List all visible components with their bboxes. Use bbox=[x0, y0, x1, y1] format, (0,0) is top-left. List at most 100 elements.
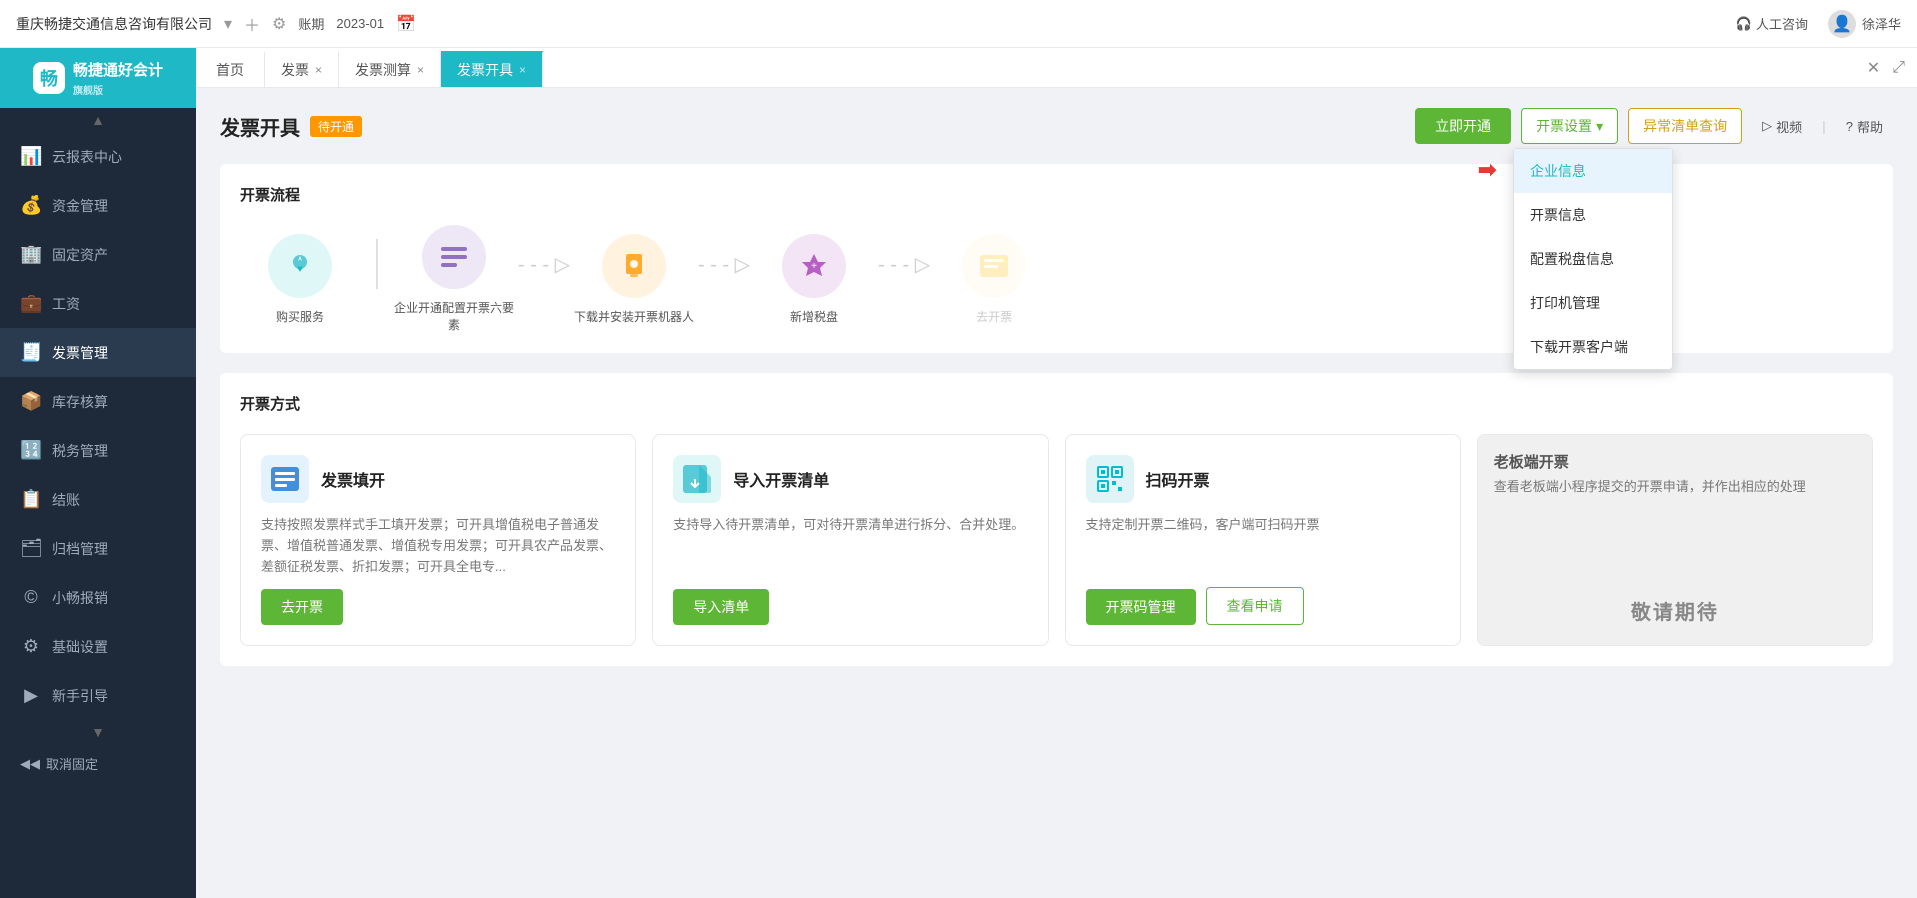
dropdown-item-peizhi[interactable]: 配置税盘信息 bbox=[1514, 237, 1672, 281]
cancel-fixed-label: 取消固定 bbox=[46, 754, 98, 773]
flow-step-goumai: ♥ 购买服务 bbox=[240, 234, 360, 325]
sidebar-item-label: 资金管理 bbox=[52, 196, 108, 216]
tab-fapiaocesuan-close[interactable]: × bbox=[417, 63, 424, 77]
kucun-icon: 📦 bbox=[20, 391, 42, 412]
sidebar-scroll-down[interactable]: ▼ bbox=[0, 720, 196, 744]
consult-label: 人工咨询 bbox=[1756, 14, 1808, 33]
fapiao-icon: 🧾 bbox=[20, 342, 42, 363]
help-button[interactable]: ? 帮助 bbox=[1836, 110, 1893, 143]
method-card-tiankong: 发票填开 支持按照发票样式手工填开发票；可开具增值税电子普通发票、增值税普通发票… bbox=[240, 434, 636, 646]
help-label: 帮助 bbox=[1857, 117, 1883, 136]
goumai-icon: ♥ bbox=[268, 234, 332, 298]
flow-step-peizhi: 企业开通配置开票六要素 bbox=[394, 225, 514, 333]
sidebar-item-gudingzichan[interactable]: 🏢 固定资产 bbox=[0, 230, 196, 279]
sidebar-item-label: 云报表中心 bbox=[52, 147, 122, 167]
sidebar-item-label: 发票管理 bbox=[52, 343, 108, 363]
sidebar-item-gongzi[interactable]: 💼 工资 bbox=[0, 279, 196, 328]
gudingzichan-icon: 🏢 bbox=[20, 244, 42, 265]
flow-step-xiazai: 下载并安装开票机器人 bbox=[574, 234, 694, 325]
flow-arrow-2: - - - ▷ bbox=[698, 252, 750, 277]
sidebar-item-guidang[interactable]: 🗂 归档管理 bbox=[0, 524, 196, 573]
daoru-button[interactable]: 导入清单 bbox=[673, 589, 769, 625]
method-daoru-header: 导入开票清单 bbox=[673, 455, 1027, 503]
sidebar-item-label: 结账 bbox=[52, 490, 80, 510]
content-area: 首页 发票 × 发票测算 × 发票开具 × ✕ ⤢ bbox=[196, 48, 1917, 898]
page-actions: 立即开通 开票设置 ▾ 异常清单查询 ▷ 视频 | ? 帮助 bbox=[1415, 108, 1893, 144]
sidebar-item-xinshou[interactable]: ▶ 新手引导 bbox=[0, 671, 196, 720]
tab-fapiao[interactable]: 发票 × bbox=[265, 51, 339, 87]
page-header: 发票开具 待开通 立即开通 开票设置 ▾ 异常清单查询 ▷ 视频 | bbox=[220, 108, 1893, 144]
company-name[interactable]: 重庆畅捷交通信息咨询有限公司 bbox=[16, 14, 212, 34]
consult-button[interactable]: 🎧 人工咨询 bbox=[1736, 14, 1808, 33]
settings-icon[interactable]: ⚙ bbox=[272, 14, 286, 34]
sidebar-item-jichu[interactable]: ⚙ 基础设置 bbox=[0, 622, 196, 671]
sidebar-item-label: 新手引导 bbox=[52, 686, 108, 706]
sidebar-item-kucun[interactable]: 📦 库存核算 bbox=[0, 377, 196, 426]
activate-button[interactable]: 立即开通 bbox=[1415, 108, 1511, 144]
add-icon[interactable]: ＋ bbox=[244, 12, 260, 36]
sidebar-item-label: 小畅报销 bbox=[52, 588, 108, 608]
tab-fapiaokaiyu[interactable]: 发票开具 × bbox=[441, 51, 543, 87]
user-menu[interactable]: 👤 徐泽华 bbox=[1828, 10, 1901, 38]
sidebar-item-yunbiao[interactable]: 📊 云报表中心 bbox=[0, 132, 196, 181]
quka-label: 去开票 bbox=[976, 308, 1012, 325]
sidebar-item-jiezhang[interactable]: 📋 结账 bbox=[0, 475, 196, 524]
tab-close-all[interactable]: ✕ bbox=[1863, 54, 1884, 82]
daoru-desc: 支持导入待开票清单，可对待开票清单进行拆分、合并处理。 bbox=[673, 515, 1027, 536]
tab-fapiaocesuan[interactable]: 发票测算 × bbox=[339, 51, 441, 87]
sidebar-scroll-up[interactable]: ▲ bbox=[0, 108, 196, 132]
xinshou-icon: ▶ bbox=[20, 685, 42, 706]
flow-arrow-3: - - - ▷ bbox=[878, 252, 930, 277]
cancel-fixed-button[interactable]: ◀◀ 取消固定 bbox=[0, 744, 196, 783]
main-layout: 畅 畅捷通好会计 旗舰版 ▲ 📊 云报表中心 💰 资金管理 🏢 固定资产 💼 工… bbox=[0, 48, 1917, 898]
help-icon: ? bbox=[1846, 119, 1853, 134]
top-bar-right: 🎧 人工咨询 👤 徐泽华 bbox=[1736, 10, 1901, 38]
settings-button-label: 开票设置 bbox=[1536, 116, 1592, 136]
tab-home-label: 首页 bbox=[216, 60, 244, 80]
tab-fapiaocesuan-label: 发票测算 bbox=[355, 60, 411, 80]
video-button[interactable]: ▷ 视频 bbox=[1752, 110, 1812, 143]
tab-maximize[interactable]: ⤢ bbox=[1888, 55, 1909, 81]
dropdown-item-dayinji[interactable]: 打印机管理 bbox=[1514, 281, 1672, 325]
methods-section: 开票方式 发票填开 支持按照发票样式手工填开发票；可开具增值税电子普通发票、增值… bbox=[220, 373, 1893, 666]
exception-button[interactable]: 异常清单查询 bbox=[1628, 108, 1742, 144]
red-arrow: ➡ bbox=[1478, 157, 1496, 183]
methods-title: 开票方式 bbox=[240, 393, 1873, 414]
peizhi-label: 企业开通配置开票六要素 bbox=[394, 299, 514, 333]
sidebar-item-fapiao[interactable]: 🧾 发票管理 bbox=[0, 328, 196, 377]
sidebar-item-xiaochang[interactable]: © 小畅报销 bbox=[0, 573, 196, 622]
settings-dropdown: 企业信息 开票信息 配置税盘信息 打印机管理 下载开票客户端 bbox=[1513, 148, 1673, 370]
tiankong-button[interactable]: 去开票 bbox=[261, 589, 343, 625]
dropdown-icon[interactable]: ▾ bbox=[224, 14, 232, 34]
flow-divider-1 bbox=[376, 239, 378, 289]
settings-dropdown-arrow: ▾ bbox=[1596, 118, 1603, 135]
daoru-name: 导入开票清单 bbox=[733, 467, 829, 491]
sidebar-item-label: 归档管理 bbox=[52, 539, 108, 559]
dropdown-item-xiazai[interactable]: 下载开票客户端 bbox=[1514, 325, 1672, 369]
calendar-icon[interactable]: 📅 bbox=[396, 14, 416, 34]
sidebar-item-shuiwu[interactable]: 🔢 税务管理 bbox=[0, 426, 196, 475]
flow-step-xinzeng: + 新增税盘 bbox=[754, 234, 874, 325]
dropdown-dayinji-label: 打印机管理 bbox=[1530, 295, 1600, 311]
saoma-button-1[interactable]: 开票码管理 bbox=[1086, 589, 1196, 625]
sidebar-item-zijin[interactable]: 💰 资金管理 bbox=[0, 181, 196, 230]
tiankong-desc: 支持按照发票样式手工填开发票；可开具增值税电子普通发票、增值税普通发票、增值税专… bbox=[261, 515, 615, 577]
period-label: 账期 bbox=[298, 14, 324, 33]
method-card-daoru: 导入开票清单 支持导入待开票清单，可对待开票清单进行拆分、合并处理。 导入清单 bbox=[652, 434, 1048, 646]
saoma-button-2[interactable]: 查看申请 bbox=[1206, 587, 1304, 625]
dropdown-item-qiye[interactable]: 企业信息 bbox=[1514, 149, 1672, 193]
flow-step-quka: 去开票 bbox=[934, 234, 1054, 325]
settings-button[interactable]: 开票设置 ▾ bbox=[1521, 108, 1618, 144]
saoma-name: 扫码开票 bbox=[1146, 467, 1210, 491]
logo-text-area: 畅捷通好会计 旗舰版 bbox=[73, 59, 163, 97]
sidebar-item-label: 基础设置 bbox=[52, 637, 108, 657]
dropdown-item-kaipiao[interactable]: 开票信息 bbox=[1514, 193, 1672, 237]
sidebar-item-label: 库存核算 bbox=[52, 392, 108, 412]
page-content: 发票开具 待开通 立即开通 开票设置 ▾ 异常清单查询 ▷ 视频 | bbox=[196, 88, 1917, 898]
tab-fapiao-close[interactable]: × bbox=[315, 63, 322, 77]
page-title: 发票开具 bbox=[220, 112, 300, 141]
dropdown-peizhi-label: 配置税盘信息 bbox=[1530, 251, 1614, 267]
saoma-desc: 支持定制开票二维码，客户端可扫码开票 bbox=[1086, 515, 1440, 536]
tab-fapiaokaiyu-close[interactable]: × bbox=[519, 63, 526, 77]
tab-home[interactable]: 首页 bbox=[196, 51, 265, 87]
